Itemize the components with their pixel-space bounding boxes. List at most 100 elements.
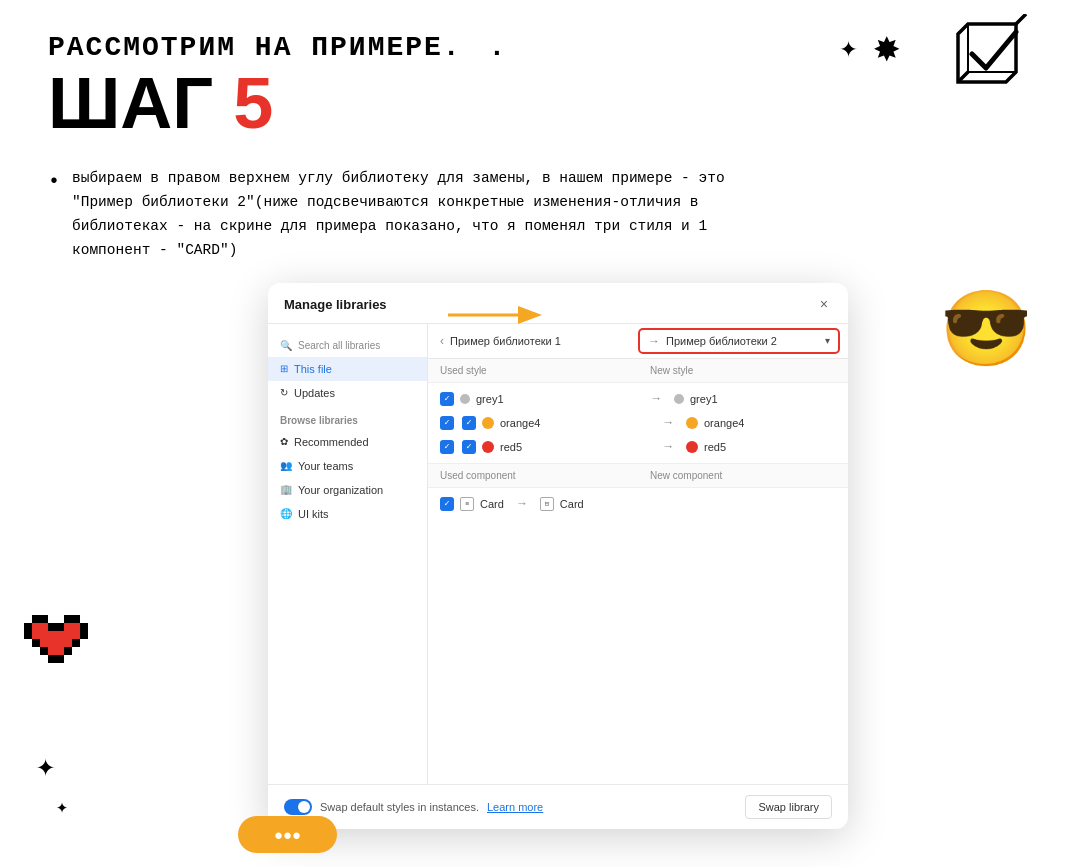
comp-row-card: ✓ ≡ Card → ⊟ Card (428, 492, 848, 516)
title-line2: ШАГ 5 (48, 67, 1032, 139)
svg-rect-24 (80, 631, 88, 639)
svg-rect-31 (40, 647, 48, 655)
components-section-labels: Used component New component (428, 464, 848, 488)
svg-rect-9 (24, 623, 32, 631)
card-comp-icon: ≡ (460, 497, 474, 511)
modal-wrapper: Manage libraries × 🔍 Search all librarie… (148, 283, 848, 829)
style-row-orange4: ✓ ✓ orange4 → orange4 (428, 411, 848, 435)
toggle-knob (298, 801, 310, 813)
sidebar-item-this-file[interactable]: ⊞ This file (268, 357, 427, 381)
orange-action-button[interactable]: ●●● (238, 816, 337, 853)
recommended-label: Recommended (294, 436, 369, 448)
header-section: РАССМОТРИМ НА ПРИМЕРЕ. . ШАГ 5 ✦ ✸ (0, 0, 1080, 155)
modal-right-content: ‹ Пример библиотеки 1 → Пример библиотек… (428, 324, 848, 784)
your-org-label: Your organization (298, 484, 383, 496)
lib-left-name: Пример библиотеки 1 (450, 335, 561, 347)
orange4-new-style: orange4 (686, 417, 836, 429)
red5-checkbox[interactable]: ✓ (440, 440, 454, 454)
pixel-heart-decoration (24, 615, 100, 690)
svg-rect-27 (48, 639, 56, 647)
sidebar-item-your-teams[interactable]: 👥 Your teams (268, 454, 427, 478)
svg-rect-33 (56, 647, 64, 655)
ui-kits-label: UI kits (298, 508, 329, 520)
star4-large-icon: ✸ (874, 20, 901, 74)
used-style-label: Used style (440, 365, 626, 376)
bottom-star1-icon: ✦ (36, 746, 68, 786)
modal-header: Manage libraries × (268, 283, 848, 324)
this-file-label: This file (294, 363, 332, 375)
search-label: Search all libraries (298, 340, 380, 351)
lib-right-header[interactable]: → Пример библиотеки 2 ▾ (638, 328, 840, 354)
svg-rect-19 (40, 631, 48, 639)
bullet-content: выбираем в правом верхнем углу библиотек… (72, 167, 772, 263)
red5-extra-checkbox[interactable]: ✓ (462, 440, 476, 454)
svg-rect-6 (40, 615, 48, 623)
svg-rect-14 (64, 623, 72, 631)
orange4-color-swatch (482, 417, 494, 429)
component-rows-container: ✓ ≡ Card → ⊟ Card (428, 488, 848, 520)
lib-right-name: Пример библиотеки 2 (666, 335, 777, 347)
deco-3d-box (948, 14, 1036, 107)
new-style-label: New style (650, 365, 836, 376)
modal-close-button[interactable]: × (816, 297, 832, 313)
sidebar-item-recommended[interactable]: ✿ Recommended (268, 430, 427, 454)
file-icon: ⊞ (280, 363, 288, 374)
svg-rect-21 (56, 631, 64, 639)
red5-new-color-swatch (686, 441, 698, 453)
red5-color-swatch (482, 441, 494, 453)
bullet-text: • выбираем в правом верхнем углу библиот… (48, 167, 772, 263)
red5-new-style: red5 (686, 441, 836, 453)
card-new-style: ⊟ Card (540, 497, 836, 511)
bottom-stars-decoration: ✦ ✦ (36, 746, 68, 819)
swap-library-button[interactable]: Swap library (745, 795, 832, 819)
svg-rect-25 (32, 639, 40, 647)
orange-button-container: ●●● (238, 816, 337, 853)
modal-body: 🔍 Search all libraries ⊞ This file ↻ Upd… (268, 324, 848, 784)
svg-rect-26 (40, 639, 48, 647)
new-component-label: New component (650, 470, 836, 481)
card-new-comp-icon: ⊟ (540, 497, 554, 511)
swap-default-label: Swap default styles in instances. (320, 801, 479, 813)
grey1-checkbox[interactable]: ✓ (440, 392, 454, 406)
sidebar-item-ui-kits[interactable]: 🌐 UI kits (268, 502, 427, 526)
card-used-name: Card (480, 498, 504, 510)
style-rows-container: ✓ grey1 → grey1 (428, 383, 848, 464)
style-row-red5: ✓ ✓ red5 → red5 (428, 435, 848, 459)
svg-rect-16 (80, 623, 88, 631)
grey1-new-style: grey1 (674, 393, 836, 405)
search-all-libraries-item[interactable]: 🔍 Search all libraries (268, 334, 427, 357)
manage-libraries-modal: Manage libraries × 🔍 Search all librarie… (268, 283, 848, 829)
svg-rect-35 (48, 655, 56, 663)
sidebar-item-updates[interactable]: ↻ Updates (268, 381, 427, 405)
lib-left-arrow-icon: ‹ (440, 334, 444, 348)
step-number: 5 (233, 63, 273, 143)
footer-left: Swap default styles in instances. Learn … (284, 799, 543, 815)
svg-rect-12 (48, 623, 56, 631)
red5-new-name: red5 (704, 441, 836, 453)
sidebar-item-your-organization[interactable]: 🏢 Your organization (268, 478, 427, 502)
orange4-checkbox[interactable]: ✓ (440, 416, 454, 430)
svg-rect-5 (32, 615, 40, 623)
emoji-sunglasses-decoration: 😎 (940, 285, 1032, 376)
svg-rect-7 (64, 615, 72, 623)
title-dot: . (488, 32, 507, 63)
team-icon: 👥 (280, 460, 292, 471)
bottom-star2-icon: ✦ (56, 794, 68, 819)
updates-label: Updates (294, 387, 335, 399)
svg-line-2 (1016, 14, 1026, 24)
grey1-used-name: grey1 (476, 393, 638, 405)
deco-stars-top-right: ✦ ✸ (839, 20, 900, 74)
used-component-label: Used component (440, 470, 626, 481)
swap-default-toggle[interactable] (284, 799, 312, 815)
modal-title: Manage libraries (284, 297, 387, 312)
recommended-icon: ✿ (280, 436, 288, 447)
svg-rect-28 (56, 639, 64, 647)
shag-label: ШАГ (48, 63, 233, 143)
svg-rect-8 (72, 615, 80, 623)
card-checkbox[interactable]: ✓ (440, 497, 454, 511)
learn-more-link[interactable]: Learn more (487, 801, 543, 813)
svg-rect-29 (64, 639, 72, 647)
orange4-extra-checkbox[interactable]: ✓ (462, 416, 476, 430)
style-arrow3-icon: → (656, 440, 680, 454)
star4-small-icon: ✦ (839, 29, 857, 66)
